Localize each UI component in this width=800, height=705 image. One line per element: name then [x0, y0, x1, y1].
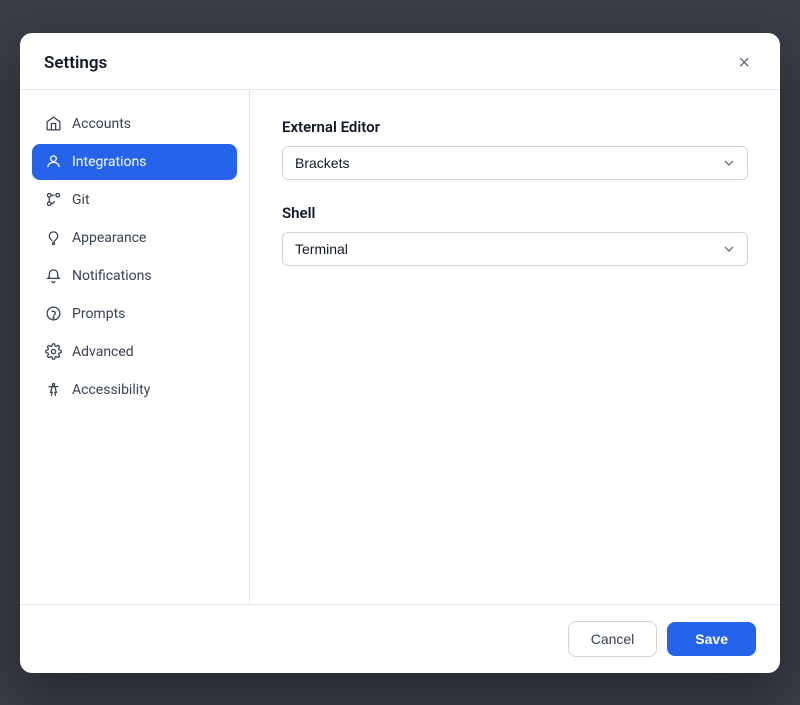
sidebar-item-integrations[interactable]: Integrations — [32, 144, 237, 180]
close-button[interactable]: × — [732, 51, 756, 75]
external-editor-section: External Editor Brackets Visual Studio C… — [282, 118, 748, 180]
person-icon — [44, 153, 62, 171]
home-icon — [44, 115, 62, 133]
sidebar-label-git: Git — [72, 192, 90, 208]
sidebar-label-notifications: Notifications — [72, 268, 152, 284]
modal-body: Accounts Integrations — [20, 90, 780, 604]
save-button[interactable]: Save — [667, 622, 756, 656]
cancel-button[interactable]: Cancel — [568, 621, 658, 657]
modal-footer: Cancel Save — [20, 604, 780, 673]
git-icon — [44, 191, 62, 209]
content-area: External Editor Brackets Visual Studio C… — [250, 90, 780, 604]
sidebar-label-integrations: Integrations — [72, 154, 146, 170]
bell-icon — [44, 267, 62, 285]
sidebar-label-advanced: Advanced — [72, 344, 134, 360]
gear-icon — [44, 343, 62, 361]
sidebar: Accounts Integrations — [20, 90, 250, 604]
modal-title: Settings — [44, 53, 107, 73]
shell-select[interactable]: Terminal iTerm2 Hyper Alacritty — [282, 232, 748, 266]
shell-section: Shell Terminal iTerm2 Hyper Alacritty — [282, 204, 748, 266]
external-editor-label: External Editor — [282, 118, 748, 136]
sidebar-item-accounts[interactable]: Accounts — [32, 106, 237, 142]
sidebar-item-accessibility[interactable]: Accessibility — [32, 372, 237, 408]
sidebar-item-appearance[interactable]: Appearance — [32, 220, 237, 256]
sidebar-label-appearance: Appearance — [72, 230, 146, 246]
sidebar-label-prompts: Prompts — [72, 306, 125, 322]
accessibility-icon — [44, 381, 62, 399]
sidebar-label-accessibility: Accessibility — [72, 382, 150, 398]
sidebar-item-git[interactable]: Git — [32, 182, 237, 218]
sidebar-label-accounts: Accounts — [72, 116, 131, 132]
sidebar-item-notifications[interactable]: Notifications — [32, 258, 237, 294]
external-editor-select[interactable]: Brackets Visual Studio Code Atom Sublime… — [282, 146, 748, 180]
sidebar-item-advanced[interactable]: Advanced — [32, 334, 237, 370]
brush-icon — [44, 229, 62, 247]
settings-modal: Settings × Accounts — [20, 33, 780, 673]
sidebar-item-prompts[interactable]: Prompts — [32, 296, 237, 332]
shell-label: Shell — [282, 204, 748, 222]
modal-header: Settings × — [20, 33, 780, 90]
help-circle-icon — [44, 305, 62, 323]
